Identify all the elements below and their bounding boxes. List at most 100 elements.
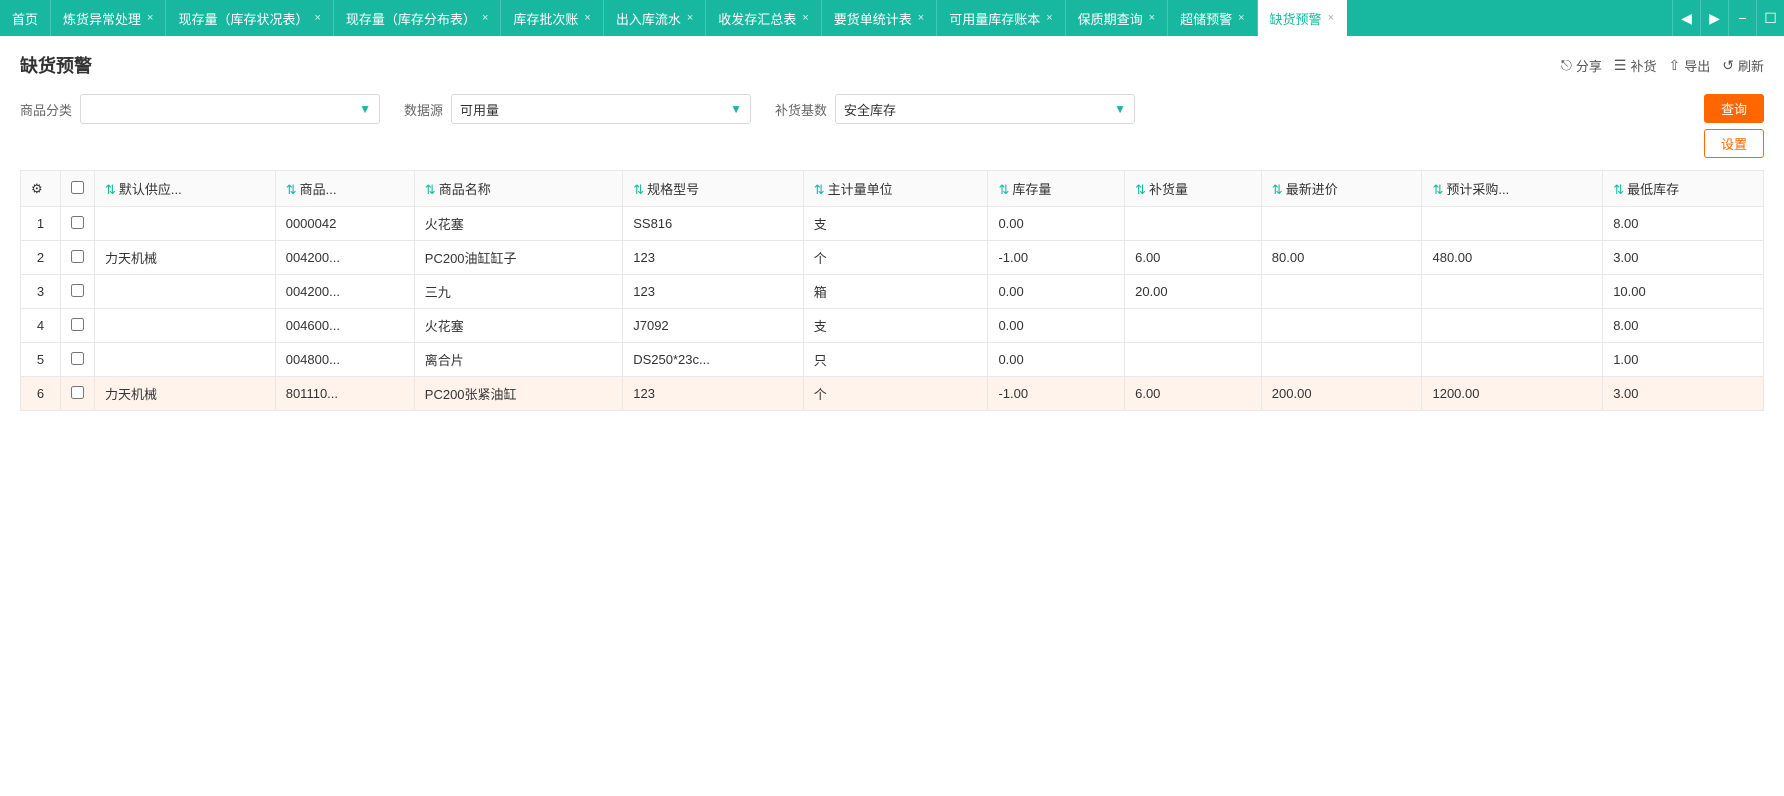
datasource-filter: 数据源 可用量 ▼ <box>404 94 751 124</box>
cell-min_stock: 10.00 <box>1603 275 1764 309</box>
cell-supplier: 力天机械 <box>95 241 276 275</box>
row-checkbox-1[interactable] <box>71 216 84 229</box>
row-check[interactable] <box>61 309 95 343</box>
tab-minimize[interactable]: − <box>1728 0 1756 36</box>
tab-scroll-right[interactable]: ▶ <box>1700 0 1728 36</box>
cell-min_stock: 1.00 <box>1603 343 1764 377</box>
col-product-name[interactable]: ⇅商品名称 <box>414 171 622 207</box>
replenish-base-value: 安全库存 <box>844 100 896 119</box>
tab-xianzun-dist[interactable]: 现存量（库存分布表） × <box>334 0 501 36</box>
table-row: 5004800...离合片DS250*23c...只0.001.00 <box>21 343 1764 377</box>
row-num: 5 <box>21 343 61 377</box>
cell-stock: -1.00 <box>988 377 1125 411</box>
category-label: 商品分类 <box>20 100 72 119</box>
tab-close-chaochu[interactable]: × <box>1238 12 1244 24</box>
col-latest-price[interactable]: ⇅最新进价 <box>1261 171 1422 207</box>
export-icon: ⇧ <box>1669 57 1681 74</box>
cell-replenish_qty <box>1125 207 1262 241</box>
row-num: 2 <box>21 241 61 275</box>
tab-baoquan[interactable]: 保质期查询 × <box>1066 0 1168 36</box>
sort-stock-icon: ⇅ <box>998 182 1009 197</box>
row-check[interactable] <box>61 343 95 377</box>
row-check[interactable] <box>61 241 95 275</box>
tab-shoufasun[interactable]: 收发存汇总表 × <box>706 0 821 36</box>
cell-supplier <box>95 343 276 377</box>
replenish-base-select[interactable]: 安全库存 ▼ <box>835 94 1135 124</box>
tab-scroll-left[interactable]: ◀ <box>1672 0 1700 36</box>
table-row: 4004600...火花塞J7092支0.008.00 <box>21 309 1764 343</box>
tab-home[interactable]: 首页 <box>0 0 51 36</box>
col-est-purchase[interactable]: ⇅预计采购... <box>1422 171 1603 207</box>
col-unit[interactable]: ⇅主计量单位 <box>803 171 988 207</box>
sort-unit-icon: ⇅ <box>814 182 825 197</box>
cell-unit: 箱 <box>803 275 988 309</box>
sort-price-icon: ⇅ <box>1272 182 1283 197</box>
share-button[interactable]: ⎋ 分享 <box>1561 56 1602 75</box>
replenish-button[interactable]: ☰ 补货 <box>1614 56 1657 75</box>
query-button[interactable]: 查询 <box>1704 94 1764 123</box>
tab-close-xianzun-dist[interactable]: × <box>482 12 488 24</box>
col-supplier[interactable]: ⇅默认供应... <box>95 171 276 207</box>
tab-yaohuo-stat[interactable]: 要货单统计表 × <box>822 0 937 36</box>
tab-close-baoquan[interactable]: × <box>1149 12 1155 24</box>
row-num: 1 <box>21 207 61 241</box>
tab-close-inout-flow[interactable]: × <box>687 12 693 24</box>
cell-est_purchase: 1200.00 <box>1422 377 1603 411</box>
col-spec[interactable]: ⇅规格型号 <box>623 171 803 207</box>
row-check[interactable] <box>61 207 95 241</box>
refresh-button[interactable]: ↺ 刷新 <box>1722 56 1764 75</box>
col-product-code[interactable]: ⇅商品... <box>275 171 414 207</box>
row-checkbox-3[interactable] <box>71 284 84 297</box>
col-settings[interactable]: ⚙ <box>21 171 61 207</box>
row-checkbox-6[interactable] <box>71 386 84 399</box>
tab-xianzun-status[interactable]: 现存量（库存状况表） × <box>166 0 333 36</box>
cell-min_stock: 3.00 <box>1603 377 1764 411</box>
cell-supplier <box>95 207 276 241</box>
row-check[interactable] <box>61 275 95 309</box>
select-all-checkbox[interactable] <box>71 181 84 194</box>
tab-chaochu[interactable]: 超储预警 × <box>1168 0 1257 36</box>
datasource-select[interactable]: 可用量 ▼ <box>451 94 751 124</box>
tab-maximize[interactable]: ☐ <box>1756 0 1784 36</box>
cell-supplier: 力天机械 <box>95 377 276 411</box>
row-check[interactable] <box>61 377 95 411</box>
category-arrow-icon: ▼ <box>359 102 371 116</box>
row-checkbox-5[interactable] <box>71 352 84 365</box>
cell-stock: 0.00 <box>988 207 1125 241</box>
tab-close-quehu[interactable]: × <box>1328 12 1334 24</box>
cell-spec: 123 <box>623 241 803 275</box>
cell-latest_price <box>1261 343 1422 377</box>
tab-inout-flow[interactable]: 出入库流水 × <box>604 0 706 36</box>
settings-button[interactable]: 设置 <box>1704 129 1764 158</box>
tab-close-shoufasun[interactable]: × <box>802 12 808 24</box>
col-replenish-qty[interactable]: ⇅补货量 <box>1125 171 1262 207</box>
export-button[interactable]: ⇧ 导出 <box>1669 56 1711 75</box>
datasource-arrow-icon: ▼ <box>730 102 742 116</box>
cell-unit: 个 <box>803 241 988 275</box>
cell-min_stock: 3.00 <box>1603 241 1764 275</box>
tab-close-lian-huo[interactable]: × <box>147 12 153 24</box>
cell-est_purchase <box>1422 343 1603 377</box>
row-num: 4 <box>21 309 61 343</box>
tab-lian-huo[interactable]: 炼货异常处理 × <box>51 0 166 36</box>
cell-product_name: 离合片 <box>414 343 622 377</box>
tab-close-kucun-batch[interactable]: × <box>584 12 590 24</box>
tab-close-xianzun-status[interactable]: × <box>314 12 320 24</box>
cell-spec: 123 <box>623 377 803 411</box>
tab-close-yaohuo-stat[interactable]: × <box>918 12 924 24</box>
tab-keyong-ledger[interactable]: 可用量库存账本 × <box>937 0 1065 36</box>
table-body: 10000042火花塞SS816支0.008.002力天机械004200...P… <box>21 207 1764 411</box>
cell-product_name: 三九 <box>414 275 622 309</box>
cell-replenish_qty <box>1125 309 1262 343</box>
col-stock[interactable]: ⇅库存量 <box>988 171 1125 207</box>
row-checkbox-2[interactable] <box>71 250 84 263</box>
tab-kucun-batch[interactable]: 库存批次账 × <box>501 0 603 36</box>
col-min-stock[interactable]: ⇅最低库存 <box>1603 171 1764 207</box>
cell-unit: 支 <box>803 207 988 241</box>
category-select[interactable]: ▼ <box>80 94 380 124</box>
cell-supplier <box>95 309 276 343</box>
row-checkbox-4[interactable] <box>71 318 84 331</box>
tab-quehu[interactable]: 缺货预警 × <box>1258 0 1347 36</box>
cell-stock: 0.00 <box>988 343 1125 377</box>
tab-close-keyong-ledger[interactable]: × <box>1046 12 1052 24</box>
